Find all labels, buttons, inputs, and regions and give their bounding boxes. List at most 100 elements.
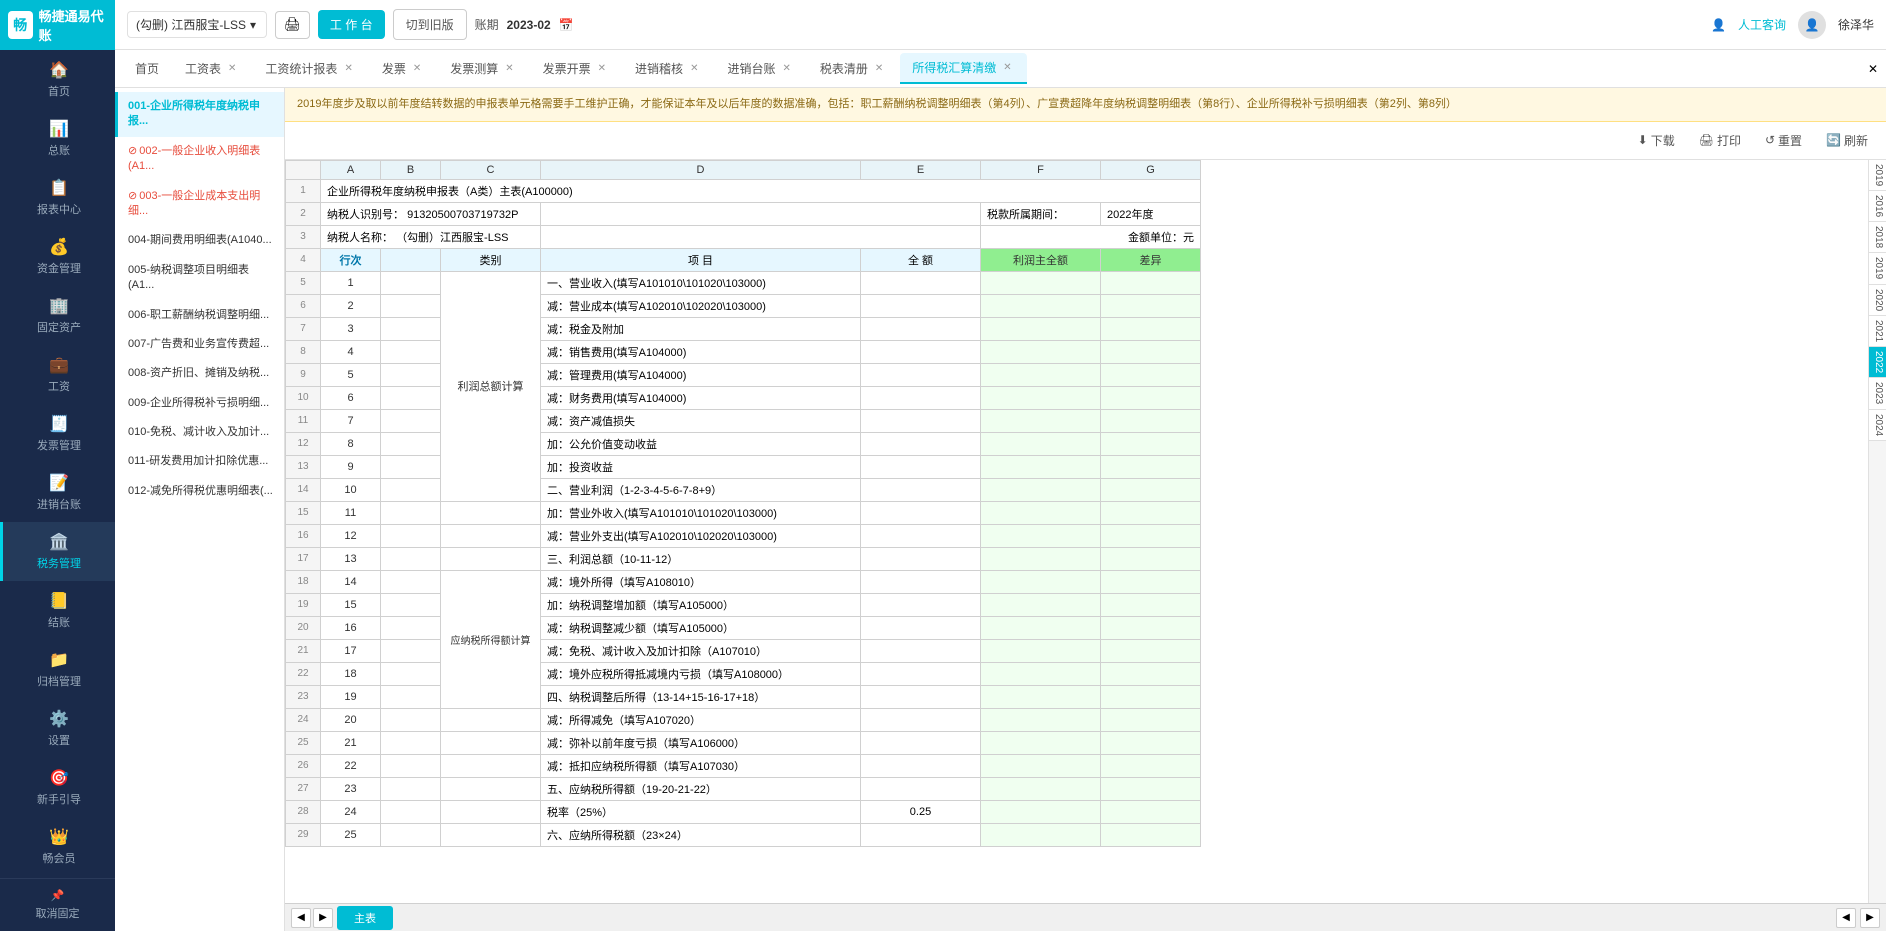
form-item-007[interactable]: 007-广告费和业务宣传费超... — [115, 330, 284, 359]
tab-tax-table-close[interactable]: ✕ — [872, 62, 886, 75]
form-item-010[interactable]: 010-免税、减计收入及加计... — [115, 418, 284, 447]
tab-close-all[interactable]: ✕ — [1868, 62, 1878, 76]
sheet-nav-right: ◀ ▶ — [1836, 908, 1880, 928]
tab-salary[interactable]: 工资表 ✕ — [173, 54, 251, 83]
reset-icon: ↺ — [1765, 133, 1775, 147]
tab-in-out-check-close[interactable]: ✕ — [687, 62, 701, 75]
year-2022[interactable]: 2022 — [1869, 347, 1886, 378]
nav-prev-btn[interactable]: ◀ — [291, 908, 311, 928]
table-row: 29 25 六、应纳所得税额（23×24） — [286, 823, 1201, 846]
customer-service-label[interactable]: 人工客询 — [1738, 16, 1786, 33]
old-version-button[interactable]: 切到旧版 — [393, 9, 467, 40]
table-row: 12 8 加：公允价值变动收益 — [286, 432, 1201, 455]
company-selector[interactable]: (勾删) 江西服宝-LSS ▾ — [127, 11, 267, 38]
tab-in-out-ledger[interactable]: 进销台账 ✕ — [715, 54, 805, 83]
sidebar-item-guide[interactable]: 🎯 新手引导 — [0, 758, 115, 817]
refresh-button[interactable]: 🔄 刷新 — [1820, 128, 1874, 153]
tab-invoice-close[interactable]: ✕ — [410, 62, 424, 75]
table-row: 27 23 五、应纳税所得额（19-20-21-22） — [286, 777, 1201, 800]
download-button[interactable]: ⬇ 下载 — [1632, 128, 1681, 153]
tab-salary-close[interactable]: ✕ — [225, 62, 239, 75]
sidebar-item-salary[interactable]: 💼 工资 — [0, 345, 115, 404]
table-row: 24 20 减：所得减免（填写A107020） — [286, 708, 1201, 731]
year-2024[interactable]: 2024 — [1869, 410, 1886, 441]
tab-income-tax[interactable]: 所得税汇算清缴 ✕ — [900, 53, 1026, 84]
year-2023[interactable]: 2023 — [1869, 378, 1886, 409]
form-item-001[interactable]: 001-企业所得税年度纳税申报... — [115, 92, 284, 137]
form-item-011[interactable]: 011-研发费用加计扣除优惠... — [115, 447, 284, 476]
year-2020[interactable]: 2020 — [1869, 285, 1886, 316]
row-num-3: 3 — [286, 225, 321, 248]
tab-salary-label: 工资表 — [185, 60, 221, 77]
print-button[interactable]: 🖨 打印 — [1693, 128, 1747, 153]
table-row: 10 6 减：财务费用(填写A104000) — [286, 386, 1201, 409]
tab-home[interactable]: 首页 — [123, 54, 171, 83]
sidebar: 畅 畅捷通易代账 🏠 首页 📊 总账 📋 报表中心 💰 资金管理 🏢 固定资产 … — [0, 0, 115, 931]
tab-invoice[interactable]: 发票 ✕ — [370, 54, 436, 83]
form-item-004[interactable]: 004-期间费用明细表(A1040... — [115, 226, 284, 255]
year-2016[interactable]: 2016 — [1869, 191, 1886, 222]
nav-next-btn[interactable]: ▶ — [313, 908, 333, 928]
sidebar-item-sales-ledger[interactable]: 📝 进销台账 — [0, 463, 115, 522]
spacer-2 — [541, 202, 981, 225]
sidebar-item-close-account[interactable]: 📒 结账 — [0, 581, 115, 640]
form-item-006[interactable]: 006-职工薪酬纳税调整明细... — [115, 301, 284, 330]
tab-invoice-issue-close[interactable]: ✕ — [595, 62, 609, 75]
home-icon: 🏠 — [49, 60, 69, 80]
tab-tax-table[interactable]: 税表清册 ✕ — [808, 54, 898, 83]
nav-arrows: ◀ ▶ — [291, 908, 333, 928]
year-2019-1[interactable]: 2019 — [1869, 160, 1886, 191]
taxpayer-name-value: （勾删）江西服宝-LSS — [396, 232, 508, 244]
form-item-003[interactable]: ⊘003-一般企业成本支出明细... — [115, 182, 284, 227]
sidebar-item-label: 工资 — [48, 378, 70, 394]
sidebar-item-invoice[interactable]: 🧾 发票管理 — [0, 404, 115, 463]
sidebar-footer-pin[interactable]: 📌 取消固定 — [0, 878, 115, 931]
form-item-009[interactable]: 009-企业所得税补亏损明细... — [115, 389, 284, 418]
col-a-header: A — [321, 160, 381, 179]
form-item-012[interactable]: 012-减免所得税优惠明细表(... — [115, 477, 284, 506]
nav-left-btn[interactable]: ◀ — [1836, 908, 1856, 928]
sidebar-item-ledger[interactable]: 📊 总账 — [0, 109, 115, 168]
tab-in-out-check[interactable]: 进销稽核 ✕ — [623, 54, 713, 83]
year-2021[interactable]: 2021 — [1869, 316, 1886, 347]
sidebar-item-label: 进销台账 — [37, 496, 81, 512]
table-row: 6 2 减：营业成本(填写A102010\102020\103000) — [286, 294, 1201, 317]
sidebar-item-reports[interactable]: 📋 报表中心 — [0, 168, 115, 227]
copy-icon-btn[interactable]: 🖨 — [275, 11, 310, 39]
refresh-label: 刷新 — [1844, 132, 1868, 149]
leibie-group-2: 应纳税所得额计算 — [441, 570, 541, 708]
tab-in-out-ledger-close[interactable]: ✕ — [779, 62, 793, 75]
form-item-005[interactable]: 005-纳税调整项目明细表(A1... — [115, 256, 284, 301]
tab-salary-stats[interactable]: 工资统计报表 ✕ — [253, 54, 367, 83]
download-label: 下载 — [1651, 132, 1675, 149]
form-item-002[interactable]: ⊘002-一般企业收入明细表(A1... — [115, 137, 284, 182]
workbench-button[interactable]: 工 作 台 — [318, 10, 385, 39]
sidebar-nav: 🏠 首页 📊 总账 📋 报表中心 💰 资金管理 🏢 固定资产 💼 工资 🧾 发票… — [0, 50, 115, 878]
sidebar-item-member[interactable]: 👑 畅会员 — [0, 817, 115, 876]
tab-invoice-issue[interactable]: 发票开票 ✕ — [531, 54, 621, 83]
sidebar-item-label: 税务管理 — [37, 555, 81, 571]
sidebar-item-tax[interactable]: 🏛️ 税务管理 — [0, 522, 115, 581]
year-2019-2[interactable]: 2019 — [1869, 253, 1886, 284]
reports-icon: 📋 — [49, 178, 69, 198]
tax-icon: 🏛️ — [49, 532, 69, 552]
sidebar-item-finance[interactable]: 💰 资金管理 — [0, 227, 115, 286]
tab-invoice-calc[interactable]: 发票测算 ✕ — [438, 54, 528, 83]
company-name: (勾删) 江西服宝-LSS — [136, 16, 246, 33]
tab-in-out-check-label: 进销稽核 — [635, 60, 683, 77]
sheet-main[interactable]: A B C D E F G 1 — [285, 160, 1868, 904]
sidebar-item-archive[interactable]: 📁 归档管理 — [0, 640, 115, 699]
info-row-2: 2 纳税人识别号： 91320500703719732P 税款所属期间： 202… — [286, 202, 1201, 225]
form-item-008[interactable]: 008-资产折旧、摊销及纳税... — [115, 359, 284, 388]
tab-income-tax-close[interactable]: ✕ — [1000, 61, 1014, 74]
year-2018[interactable]: 2018 — [1869, 222, 1886, 253]
tab-invoice-calc-close[interactable]: ✕ — [502, 62, 516, 75]
sidebar-item-home[interactable]: 🏠 首页 — [0, 50, 115, 109]
tab-salary-stats-close[interactable]: ✕ — [341, 62, 355, 75]
sheet-tab-main[interactable]: 主表 — [337, 906, 393, 930]
sidebar-item-assets[interactable]: 🏢 固定资产 — [0, 286, 115, 345]
sidebar-item-settings[interactable]: ⚙️ 设置 — [0, 699, 115, 758]
reset-button[interactable]: ↺ 重置 — [1759, 128, 1808, 153]
nav-right-btn[interactable]: ▶ — [1860, 908, 1880, 928]
sales-icon: 📝 — [49, 473, 69, 493]
